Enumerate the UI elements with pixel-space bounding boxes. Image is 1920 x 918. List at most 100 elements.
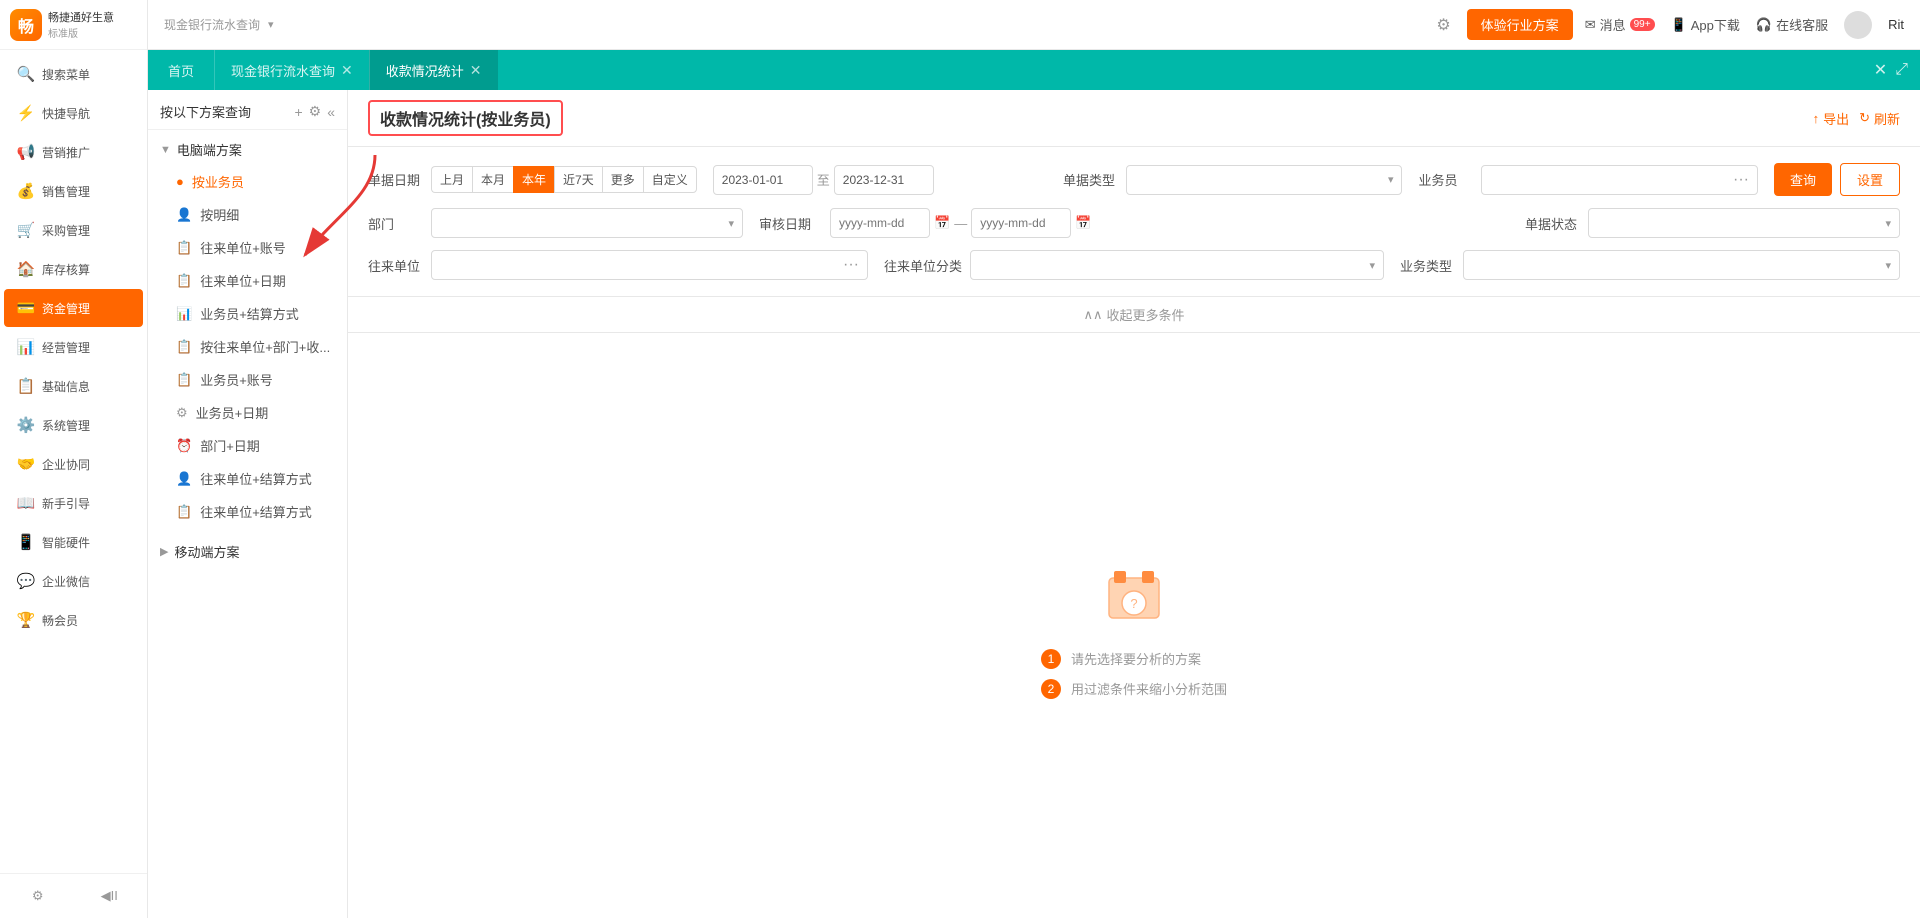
review-date-to-input[interactable] — [971, 208, 1071, 238]
sidebar-item-marketing[interactable]: 📢 营销推广 — [4, 133, 143, 171]
date-btn-custom[interactable]: 自定义 — [643, 166, 697, 193]
scheme-group-pc: ▼ 电脑端方案 ● 按业务员 👤 按明细 📋 往来单位+账号 📋 往 — [148, 130, 347, 532]
main-area: 现金银行流水查询 ▾ ⚙ 体验行业方案 ✉ 消息 99+ 📱 App下载 🎧 在… — [148, 0, 1920, 918]
date-btn-last-month[interactable]: 上月 — [431, 166, 472, 193]
system-icon: ⚙️ — [16, 416, 36, 434]
sidebar-item-search[interactable]: 🔍 搜索菜单 — [4, 55, 143, 93]
sidebar-item-quicknav[interactable]: ⚡ 快捷导航 — [4, 94, 143, 132]
collapse-bar[interactable]: ∧∧ 收起更多条件 — [348, 297, 1920, 333]
top-header: 现金银行流水查询 ▾ ⚙ 体验行业方案 ✉ 消息 99+ 📱 App下载 🎧 在… — [148, 0, 1920, 50]
scheme-item-dept-date[interactable]: ⏰ 部门+日期 — [148, 429, 347, 462]
date-label: 单据日期 — [368, 170, 423, 189]
collapse-icon: ∧∧ — [1083, 307, 1102, 323]
salesman-select[interactable]: ··· — [1481, 165, 1758, 195]
trial-btn[interactable]: 体验行业方案 — [1467, 9, 1573, 40]
filter-area: 单据日期 上月 本月 本年 近7天 更多 自定义 至 — [348, 147, 1920, 297]
scheme-item-salesman-account[interactable]: 📋 业务员+账号 — [148, 363, 347, 396]
breadcrumb-dropdown-icon[interactable]: ▾ — [268, 18, 274, 31]
breadcrumb-area: 现金银行流水查询 ▾ — [164, 16, 1420, 33]
sidebar-item-inventory[interactable]: 🏠 库存核算 — [4, 250, 143, 288]
partner-category-label: 往来单位分类 — [884, 256, 962, 275]
scheme-item-partner-date[interactable]: 📋 往来单位+日期 — [148, 264, 347, 297]
partner-more-icon[interactable]: ··· — [843, 256, 859, 274]
sidebar-item-sales[interactable]: 💰 销售管理 — [4, 172, 143, 210]
doc-type-chevron: ▾ — [1388, 173, 1394, 186]
sidebar-logo: 畅 畅捷通好生意 标准版 — [0, 0, 147, 50]
collapse-sidebar-button[interactable]: ◀II — [76, 882, 144, 910]
scheme-item-partner-account[interactable]: 📋 往来单位+账号 — [148, 231, 347, 264]
app-download-button[interactable]: 📱 App下载 — [1671, 15, 1740, 34]
date-to-input[interactable] — [834, 165, 934, 195]
tab-expand-button[interactable]: ⤢ — [1895, 61, 1908, 79]
tab-cashflow[interactable]: 现金银行流水查询 ✕ — [214, 50, 369, 90]
scheme-item-salesman-date[interactable]: ⚙ 业务员+日期 — [148, 396, 347, 429]
guide-icon: 📖 — [16, 494, 36, 512]
tab-collection-close[interactable]: ✕ — [470, 62, 482, 79]
tab-home[interactable]: 首页 — [148, 50, 214, 90]
sidebar-item-vip[interactable]: 🏆 畅会员 — [4, 601, 143, 639]
basics-icon: 📋 — [16, 377, 36, 395]
query-button[interactable]: 查询 — [1774, 163, 1832, 196]
salesman-date-icon: ⚙ — [176, 405, 188, 421]
salesman-more-icon[interactable]: ··· — [1733, 171, 1749, 189]
date-btn-this-month[interactable]: 本月 — [472, 166, 513, 193]
scheme-group-pc-header[interactable]: ▼ 电脑端方案 — [148, 134, 347, 165]
date-filter-group: 上月 本月 本年 近7天 更多 自定义 — [431, 166, 697, 193]
sidebar-item-operations[interactable]: 📊 经营管理 — [4, 328, 143, 366]
finance-icon: 💳 — [16, 299, 36, 317]
filter-row-1: 单据日期 上月 本月 本年 近7天 更多 自定义 至 — [368, 163, 1900, 196]
date-btn-this-year[interactable]: 本年 — [513, 166, 554, 193]
biz-type-select[interactable]: ▾ — [1463, 250, 1900, 280]
message-button[interactable]: ✉ 消息 99+ — [1585, 15, 1655, 34]
partner-category-select[interactable]: ▾ — [970, 250, 1384, 280]
sidebar-item-enterprise[interactable]: 🤝 企业协同 — [4, 445, 143, 483]
scheme-item-partner-settlement1[interactable]: 👤 往来单位+结算方式 — [148, 462, 347, 495]
page-header: 收款情况统计(按业务员) ↑ 导出 ↻ 刷新 — [348, 90, 1920, 147]
online-service-button[interactable]: 🎧 在线客服 — [1756, 15, 1828, 34]
filter-row-2: 部门 ▾ 审核日期 📅 — 📅 — [368, 208, 1900, 238]
scheme-item-salesman-settlement[interactable]: 📊 业务员+结算方式 — [148, 297, 347, 330]
partner-settlement1-icon: 👤 — [176, 471, 192, 487]
biz-type-chevron: ▾ — [1885, 259, 1891, 272]
refresh-button[interactable]: ↻ 刷新 — [1859, 109, 1900, 128]
sales-icon: 💰 — [16, 182, 36, 200]
sidebar-item-finance[interactable]: 💳 资金管理 — [4, 289, 143, 327]
set-button[interactable]: 设置 — [1840, 163, 1900, 196]
scheme-item-by-salesman[interactable]: ● 按业务员 — [148, 165, 347, 198]
settings-button[interactable]: ⚙ — [4, 882, 72, 910]
scheme-group-mobile-header[interactable]: ▶ 移动端方案 — [148, 536, 347, 567]
scheme-add-button[interactable]: + — [294, 103, 302, 120]
export-button[interactable]: ↑ 导出 — [1813, 109, 1850, 128]
scheme-item-partner-settlement2[interactable]: 📋 往来单位+结算方式 — [148, 495, 347, 528]
user-name: Rit — [1888, 17, 1904, 32]
date-btn-7days[interactable]: 近7天 — [554, 166, 602, 193]
cal-icon-from[interactable]: 📅 — [934, 215, 950, 231]
sidebar-item-guide[interactable]: 📖 新手引导 — [4, 484, 143, 522]
tab-collection[interactable]: 收款情况统计 ✕ — [369, 50, 498, 90]
review-date-from-input[interactable] — [830, 208, 930, 238]
sidebar-item-system[interactable]: ⚙️ 系统管理 — [4, 406, 143, 444]
scheme-setting-button[interactable]: ⚙ — [309, 103, 322, 120]
cal-icon-to[interactable]: 📅 — [1075, 215, 1091, 231]
sidebar-item-wechat[interactable]: 💬 企业微信 — [4, 562, 143, 600]
sidebar-item-hardware[interactable]: 📱 智能硬件 — [4, 523, 143, 561]
dept-select[interactable]: ▾ — [431, 208, 743, 238]
tab-close-all-button[interactable]: ✕ — [1874, 60, 1887, 80]
avatar[interactable] — [1844, 11, 1872, 39]
doc-status-select[interactable]: ▾ — [1588, 208, 1900, 238]
scheme-collapse-button[interactable]: « — [327, 103, 335, 120]
settings-gear-button[interactable]: ⚙ — [1432, 11, 1454, 39]
review-date-separator: — — [954, 216, 967, 231]
scheme-item-partner-dept-coll[interactable]: 📋 按往来单位+部门+收... — [148, 330, 347, 363]
action-btn-group: 查询 设置 — [1774, 163, 1900, 196]
scheme-item-by-detail[interactable]: 👤 按明细 — [148, 198, 347, 231]
date-from-input[interactable] — [713, 165, 813, 195]
sidebar-item-purchase[interactable]: 🛒 采购管理 — [4, 211, 143, 249]
sidebar-item-basics[interactable]: 📋 基础信息 — [4, 367, 143, 405]
tab-cashflow-close[interactable]: ✕ — [341, 62, 353, 79]
partner-select[interactable]: ··· — [431, 250, 868, 280]
doc-type-select[interactable]: ▾ — [1126, 165, 1403, 195]
date-btn-more[interactable]: 更多 — [602, 166, 643, 193]
svg-text:?: ? — [1130, 596, 1137, 611]
app-icon: 📱 — [1671, 17, 1687, 33]
